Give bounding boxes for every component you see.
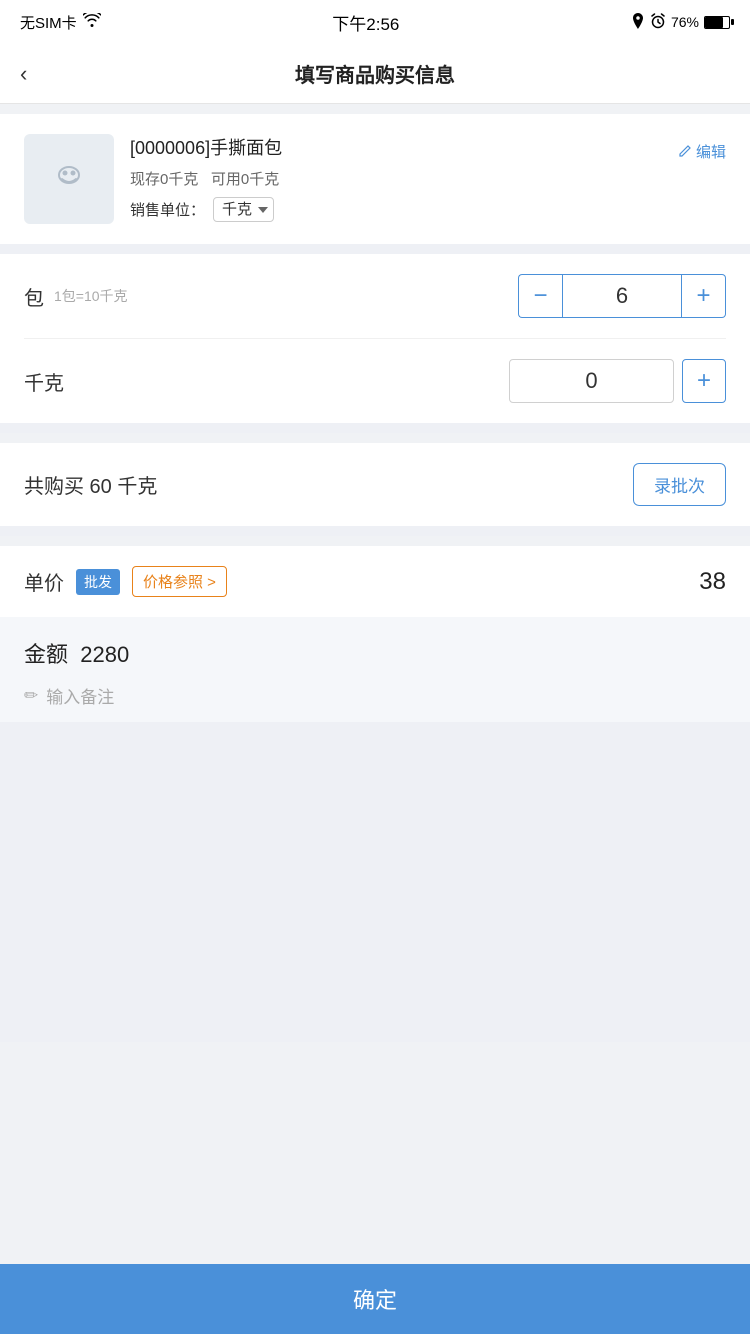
price-section: 单价 批发 价格参照 > 38 [0, 546, 750, 617]
bao-input[interactable] [562, 274, 682, 318]
kg-controls: + [509, 359, 726, 403]
kg-row: 千克 + [24, 339, 726, 423]
pencil-icon: ✏ [24, 686, 38, 706]
quantity-section: 包 1包=10千克 − + 千克 + [0, 254, 750, 423]
summary-section: 共购买 60 千克 录批次 [0, 443, 750, 526]
product-unit: 销售单位： 千克 [130, 197, 726, 222]
amount-row: 金额 2280 [24, 637, 726, 669]
edit-button[interactable]: 编辑 [678, 134, 726, 168]
price-label: 单价 [24, 567, 64, 596]
amount-section: 金额 2280 ✏ 输入备注 [0, 617, 750, 722]
summary-text: 共购买 60 千克 [24, 470, 157, 499]
alarm-icon [650, 13, 666, 32]
product-name: [0000006]手撕面包 [130, 134, 282, 160]
product-info: [0000006]手撕面包 编辑 现存0千克 可用0千克 销售单位： 千克 [130, 134, 726, 222]
carrier-label: 无SIM卡 [20, 12, 77, 33]
status-bar: 无SIM卡 下午2:56 76% [0, 0, 750, 44]
price-tag: 批发 [76, 569, 120, 595]
divider-2 [0, 423, 750, 433]
status-left: 无SIM卡 [20, 12, 101, 33]
batch-button[interactable]: 录批次 [633, 463, 726, 506]
kg-input[interactable] [509, 359, 674, 403]
kg-plus-button[interactable]: + [682, 359, 726, 403]
kg-label: 千克 [24, 367, 64, 396]
price-ref-button[interactable]: 价格参照 > [132, 566, 227, 597]
amount-value: 2280 [80, 642, 129, 667]
status-right: 76% [631, 13, 730, 32]
product-card: [0000006]手撕面包 编辑 现存0千克 可用0千克 销售单位： 千克 [0, 114, 750, 244]
price-value: 38 [699, 568, 726, 596]
status-time: 下午2:56 [332, 10, 399, 35]
bao-row: 包 1包=10千克 − + [24, 254, 726, 339]
nav-bar: ‹ 填写商品购买信息 [0, 44, 750, 104]
bao-hint: 1包=10千克 [54, 286, 128, 306]
bao-plus-button[interactable]: + [682, 274, 726, 318]
divider-3 [0, 526, 750, 536]
product-stock: 现存0千克 可用0千克 [130, 168, 726, 189]
bao-controls: − + [518, 274, 726, 318]
back-button[interactable]: ‹ [20, 61, 27, 87]
empty-space [0, 722, 750, 1042]
bao-minus-button[interactable]: − [518, 274, 562, 318]
confirm-text: 确定 [353, 1283, 397, 1315]
divider-1 [0, 244, 750, 254]
unit-select[interactable]: 千克 [213, 197, 274, 222]
wifi-icon [83, 13, 101, 31]
location-icon [631, 13, 645, 32]
remark-row[interactable]: ✏ 输入备注 [24, 683, 726, 708]
remark-placeholder: 输入备注 [46, 683, 114, 708]
page-title: 填写商品购买信息 [295, 59, 455, 88]
battery-label: 76% [671, 14, 699, 30]
product-thumbnail [24, 134, 114, 224]
confirm-bar[interactable]: 确定 [0, 1264, 750, 1334]
battery-icon [704, 16, 730, 29]
bao-label: 包 1包=10千克 [24, 282, 128, 311]
